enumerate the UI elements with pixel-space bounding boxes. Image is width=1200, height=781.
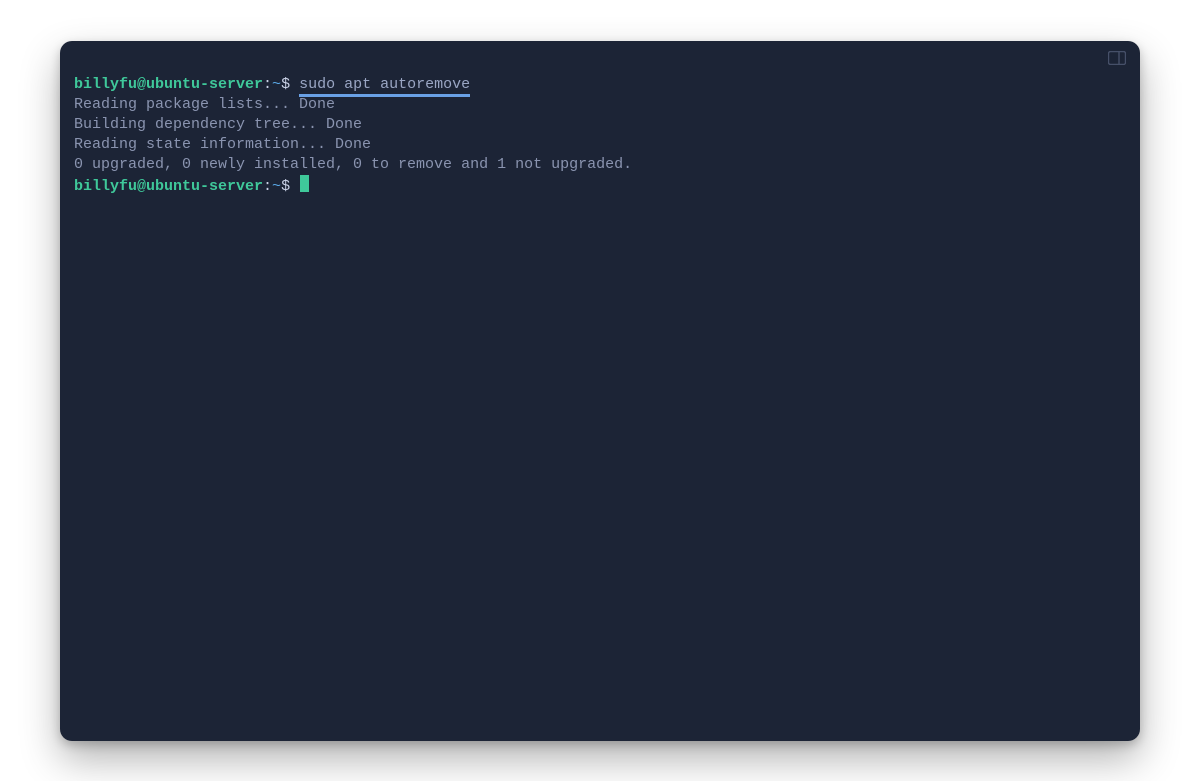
prompt-path: ~ [272, 76, 281, 93]
cursor-block [300, 175, 309, 192]
output-line: Building dependency tree... Done [74, 115, 1126, 135]
prompt-line-2: billyfu@ubuntu-server:~$ [74, 175, 1126, 197]
command-text: sudo apt autoremove [299, 76, 470, 97]
terminal-body[interactable]: billyfu@ubuntu-server:~$ sudo apt autore… [60, 71, 1140, 211]
prompt-line-1: billyfu@ubuntu-server:~$ sudo apt autore… [74, 75, 1126, 95]
prompt-symbol: $ [281, 178, 290, 195]
split-pane-icon[interactable] [1108, 51, 1126, 65]
output-line: Reading package lists... Done [74, 95, 1126, 115]
terminal-window[interactable]: billyfu@ubuntu-server:~$ sudo apt autore… [60, 41, 1140, 741]
prompt-sep: : [263, 76, 272, 93]
prompt-sep: : [263, 178, 272, 195]
output-line: 0 upgraded, 0 newly installed, 0 to remo… [74, 155, 1126, 175]
stage: billyfu@ubuntu-server:~$ sudo apt autore… [0, 0, 1200, 781]
prompt-symbol: $ [281, 76, 290, 93]
prompt-user-host: billyfu@ubuntu-server [74, 178, 263, 195]
titlebar [60, 41, 1140, 71]
prompt-path: ~ [272, 178, 281, 195]
output-line: Reading state information... Done [74, 135, 1126, 155]
prompt-user-host: billyfu@ubuntu-server [74, 76, 263, 93]
